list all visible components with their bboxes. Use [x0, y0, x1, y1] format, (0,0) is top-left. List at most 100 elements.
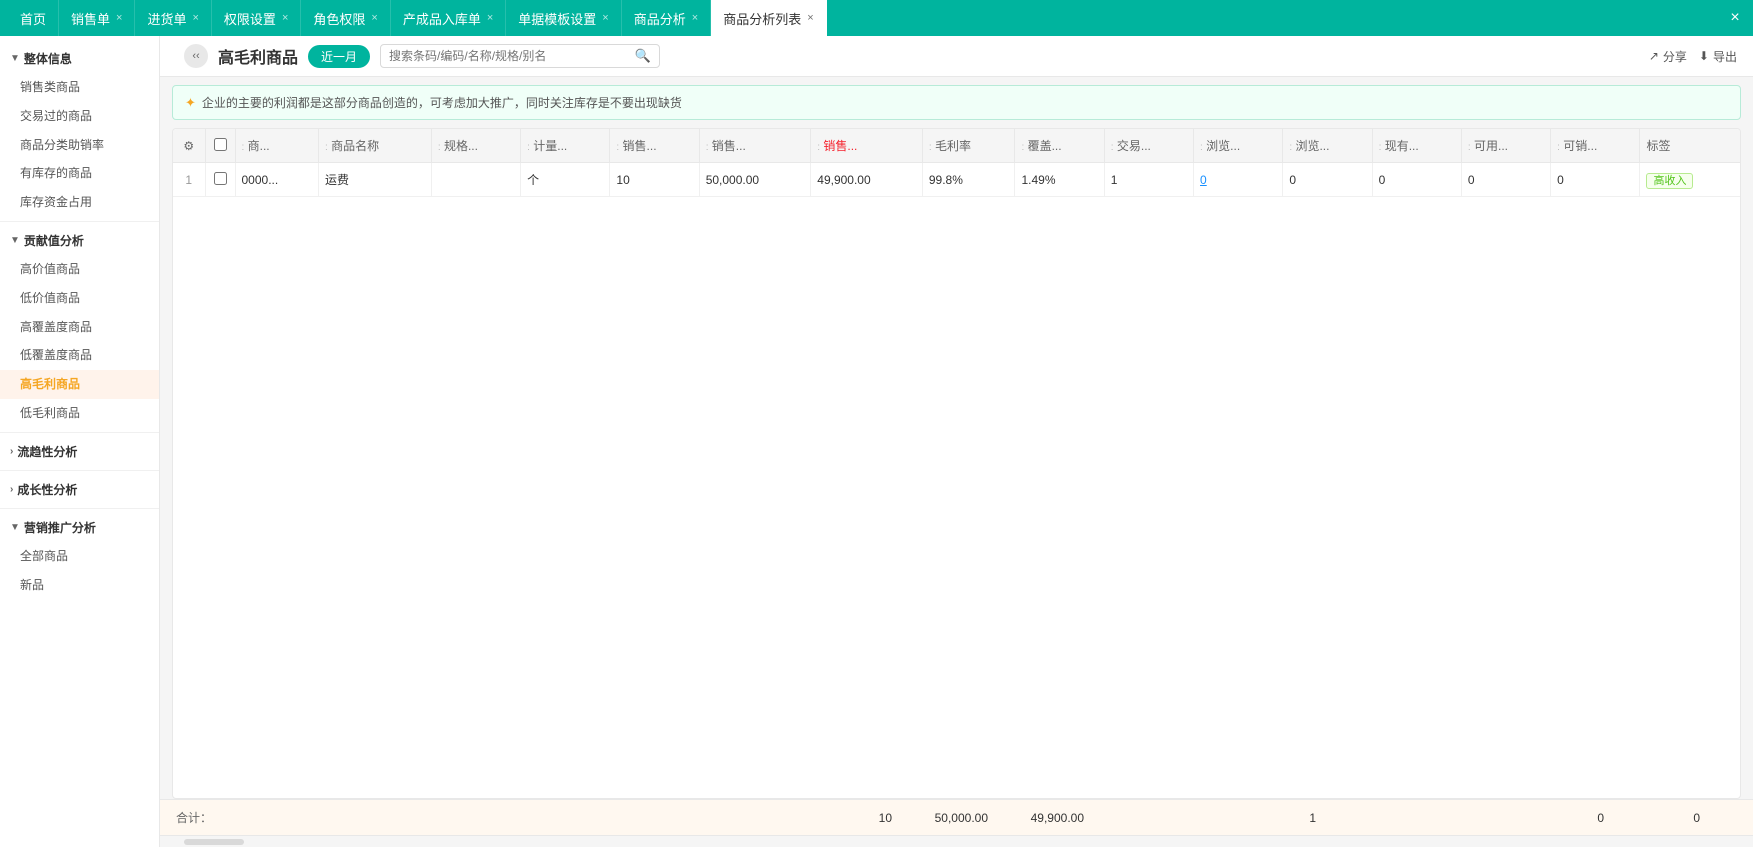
sidebar-item-high-coverage[interactable]: 高覆盖度商品: [0, 313, 159, 342]
sidebar-item-low-margin[interactable]: 低毛利商品: [0, 399, 159, 428]
search-box: 🔍: [380, 44, 660, 68]
close-purchase-tab[interactable]: ×: [192, 12, 198, 24]
col-sales-profit[interactable]: : 销售...: [811, 129, 923, 163]
row-browse2: 0: [1283, 163, 1372, 197]
row-num: 1: [173, 163, 205, 197]
row-tag: 高收入: [1640, 163, 1740, 197]
sidebar-item-high-margin[interactable]: 高毛利商品: [0, 370, 159, 399]
group-arrow-marketing: ▼: [10, 522, 20, 533]
filter-recent-month-button[interactable]: 近一月: [308, 45, 370, 68]
footer-trade-count: 1: [1236, 811, 1316, 825]
sidebar-group-trend[interactable]: › 流趋性分析: [0, 437, 159, 466]
footer-available-stock: 0: [1620, 811, 1700, 825]
col-sales-qty[interactable]: : 销售...: [610, 129, 699, 163]
nav-tab-sales[interactable]: 销售单 ×: [59, 0, 135, 36]
group-arrow-trend: ›: [10, 446, 13, 457]
horizontal-scrollbar[interactable]: [160, 835, 1753, 847]
table-row: 1 0000... 运费 个 10 50,000.00 49,900.00 99…: [173, 163, 1740, 197]
nav-tab-product-entry[interactable]: 产成品入库单 ×: [391, 0, 506, 36]
col-code[interactable]: : 商...: [235, 129, 319, 163]
sidebar-item-traded-goods[interactable]: 交易过的商品: [0, 102, 159, 131]
col-sellable[interactable]: : 可销...: [1551, 129, 1640, 163]
row-spec: [431, 163, 520, 197]
nav-tab-analysis[interactable]: 商品分析 ×: [622, 0, 711, 36]
sidebar-group-overall[interactable]: ▼ 整体信息: [0, 44, 159, 73]
data-table-wrapper: ⚙ : 商... : 商品名称 : 规格... : 计量... : 销售... …: [172, 128, 1741, 799]
sidebar-item-low-value[interactable]: 低价值商品: [0, 284, 159, 313]
col-coverage[interactable]: : 覆盖...: [1015, 129, 1104, 163]
select-all-checkbox[interactable]: [214, 138, 227, 151]
sidebar-group-marketing[interactable]: ▼ 营销推广分析: [0, 513, 159, 542]
nav-tab-analysis-list[interactable]: 商品分析列表 ×: [711, 0, 826, 36]
close-product-entry-tab[interactable]: ×: [487, 12, 493, 24]
nav-tab-purchase[interactable]: 进货单 ×: [135, 0, 211, 36]
sidebar-divider-2: [0, 432, 159, 433]
scroll-thumb[interactable]: [184, 839, 244, 845]
row-code[interactable]: 0000...: [235, 163, 319, 197]
sidebar-item-inventory-capital[interactable]: 库存资金占用: [0, 188, 159, 217]
row-name: 运费: [319, 163, 432, 197]
row-sales-profit: 49,900.00: [811, 163, 923, 197]
info-banner: ✦ 企业的主要的利润都是这部分商品创造的，可考虑加大推广，同时关注库存是不要出现…: [172, 85, 1741, 120]
row-checkbox[interactable]: [214, 172, 227, 185]
row-current-stock: 0: [1372, 163, 1461, 197]
nav-tab-home[interactable]: 首页: [8, 0, 59, 36]
footer-label: 合计：: [176, 809, 212, 826]
sidebar-collapse-button[interactable]: ‹‹: [184, 44, 208, 68]
close-sales-tab[interactable]: ×: [116, 12, 122, 24]
sidebar-divider-1: [0, 221, 159, 222]
footer-bar: 合计： 10 50,000.00 49,900.00 1 0 0: [160, 799, 1753, 835]
sidebar-item-low-coverage[interactable]: 低覆盖度商品: [0, 341, 159, 370]
close-analysis-tab[interactable]: ×: [692, 12, 698, 24]
nav-tab-permission[interactable]: 权限设置 ×: [212, 0, 301, 36]
share-button[interactable]: ↗ 分享: [1649, 48, 1687, 65]
sidebar-item-category-rate[interactable]: 商品分类助销率: [0, 131, 159, 160]
col-spec[interactable]: : 规格...: [431, 129, 520, 163]
close-analysis-list-tab[interactable]: ×: [807, 12, 813, 24]
group-arrow-overall: ▼: [10, 53, 20, 64]
col-browse1[interactable]: : 浏览...: [1194, 129, 1283, 163]
sidebar-item-new-goods[interactable]: 新品: [0, 571, 159, 600]
content-header: ‹‹ 高毛利商品 近一月 🔍 ↗ 分享 ⬇ 导出: [160, 36, 1753, 77]
top-nav: 首页 销售单 × 进货单 × 权限设置 × 角色权限 × 产成品入库单 × 单据…: [0, 0, 1753, 36]
col-sales-amt[interactable]: : 销售...: [699, 129, 811, 163]
close-role-tab[interactable]: ×: [371, 12, 377, 24]
sidebar: ▼ 整体信息 销售类商品 交易过的商品 商品分类助销率 有库存的商品 库存资金占…: [0, 36, 160, 847]
col-tag[interactable]: 标签: [1640, 129, 1740, 163]
export-button[interactable]: ⬇ 导出: [1699, 48, 1737, 65]
sidebar-item-sales-goods[interactable]: 销售类商品: [0, 73, 159, 102]
col-trade-count[interactable]: : 交易...: [1104, 129, 1193, 163]
col-gross-margin[interactable]: : 毛利率: [922, 129, 1015, 163]
footer-sales-qty: 10: [812, 811, 892, 825]
col-current-stock[interactable]: : 现有...: [1372, 129, 1461, 163]
nav-tab-template[interactable]: 单据模板设置 ×: [506, 0, 621, 36]
row-gross-margin: 99.8%: [922, 163, 1015, 197]
col-name[interactable]: : 商品名称: [319, 129, 432, 163]
row-checkbox-cell[interactable]: [205, 163, 235, 197]
col-available-stock[interactable]: : 可用...: [1461, 129, 1550, 163]
close-template-tab[interactable]: ×: [602, 12, 608, 24]
close-permission-tab[interactable]: ×: [282, 12, 288, 24]
row-trade-count: 1: [1104, 163, 1193, 197]
search-icon[interactable]: 🔍: [635, 48, 651, 64]
search-input[interactable]: [389, 49, 631, 63]
sidebar-item-high-value[interactable]: 高价值商品: [0, 255, 159, 284]
nav-tab-role[interactable]: 角色权限 ×: [301, 0, 390, 36]
sidebar-group-contribution[interactable]: ▼ 贡献值分析: [0, 226, 159, 255]
row-sales-qty: 10: [610, 163, 699, 197]
info-icon: ✦: [185, 95, 196, 111]
group-arrow-growth: ›: [10, 484, 13, 495]
window-close-button[interactable]: ×: [1725, 9, 1745, 27]
sidebar-item-all-goods[interactable]: 全部商品: [0, 542, 159, 571]
sidebar-item-stocked-goods[interactable]: 有库存的商品: [0, 159, 159, 188]
row-browse1[interactable]: 0: [1194, 163, 1283, 197]
sidebar-group-growth[interactable]: › 成长性分析: [0, 475, 159, 504]
sidebar-divider-4: [0, 508, 159, 509]
footer-current-stock: 0: [1524, 811, 1604, 825]
group-arrow-contribution: ▼: [10, 235, 20, 246]
table-header-row: ⚙ : 商... : 商品名称 : 规格... : 计量... : 销售... …: [173, 129, 1740, 163]
col-checkbox[interactable]: [205, 129, 235, 163]
col-settings[interactable]: ⚙: [173, 129, 205, 163]
col-browse2[interactable]: : 浏览...: [1283, 129, 1372, 163]
col-unit[interactable]: : 计量...: [521, 129, 610, 163]
